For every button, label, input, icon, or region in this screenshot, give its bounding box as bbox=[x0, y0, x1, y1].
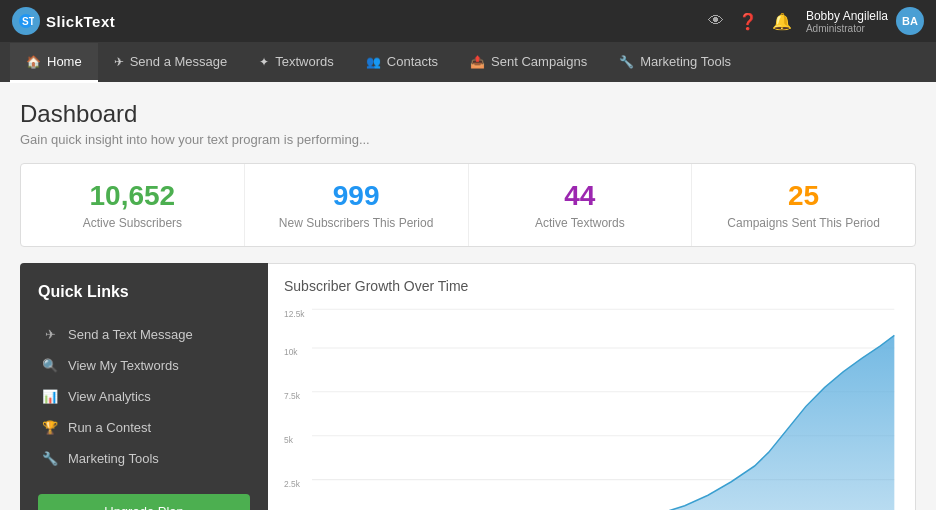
send-text-icon: ✈ bbox=[42, 327, 58, 342]
page-subtitle: Gain quick insight into how your text pr… bbox=[20, 132, 916, 147]
chart-panel: Subscriber Growth Over Time 0 2.5k 5k 7.… bbox=[268, 263, 916, 510]
tab-contacts[interactable]: 👥 Contacts bbox=[350, 43, 454, 83]
svg-text:ST: ST bbox=[22, 16, 34, 27]
tab-home[interactable]: 🏠 Home bbox=[10, 43, 98, 83]
svg-text:12.5k: 12.5k bbox=[284, 308, 305, 319]
quicklink-textwords-label: View My Textwords bbox=[68, 358, 179, 373]
logo-area: ST SlickText bbox=[12, 7, 115, 35]
quicklink-contest-label: Run a Contest bbox=[68, 420, 151, 435]
send-icon: ✈ bbox=[114, 55, 124, 69]
home-icon: 🏠 bbox=[26, 55, 41, 69]
stat-value-textwords: 44 bbox=[489, 180, 672, 212]
lower-section: Quick Links ✈ Send a Text Message 🔍 View… bbox=[20, 263, 916, 510]
tab-textwords-label: Textwords bbox=[275, 54, 334, 69]
tab-home-label: Home bbox=[47, 54, 82, 69]
user-info: Bobby Angilella Administrator BA bbox=[806, 7, 924, 35]
stat-label-textwords: Active Textwords bbox=[489, 216, 672, 230]
stat-active-subscribers: 10,652 Active Subscribers bbox=[21, 164, 245, 246]
quicklink-marketing-label: Marketing Tools bbox=[68, 451, 159, 466]
help-icon[interactable]: ❓ bbox=[738, 12, 758, 31]
stat-campaigns-sent: 25 Campaigns Sent This Period bbox=[692, 164, 915, 246]
tab-sent-campaigns[interactable]: 📤 Sent Campaigns bbox=[454, 43, 603, 83]
quicklink-send-label: Send a Text Message bbox=[68, 327, 193, 342]
tab-send-label: Send a Message bbox=[130, 54, 228, 69]
svg-marker-14 bbox=[312, 335, 894, 510]
bell-icon[interactable]: 🔔 bbox=[772, 12, 792, 31]
stat-label-new-subscribers: New Subscribers This Period bbox=[265, 216, 448, 230]
marketing-icon: 🔧 bbox=[619, 55, 634, 69]
chart-container: 0 2.5k 5k 7.5k 10k 12.5k bbox=[284, 304, 899, 510]
nav-right-icons: 👁 ❓ 🔔 Bobby Angilella Administrator BA bbox=[708, 7, 924, 35]
svg-text:7.5k: 7.5k bbox=[284, 391, 300, 402]
quick-links-title: Quick Links bbox=[38, 283, 250, 301]
tab-send-message[interactable]: ✈ Send a Message bbox=[98, 43, 244, 83]
user-role: Administrator bbox=[806, 23, 888, 34]
stat-value-campaigns: 25 bbox=[712, 180, 895, 212]
tab-marketing-tools[interactable]: 🔧 Marketing Tools bbox=[603, 43, 747, 83]
quicklink-analytics-label: View Analytics bbox=[68, 389, 151, 404]
stat-active-textwords: 44 Active Textwords bbox=[469, 164, 693, 246]
avatar[interactable]: BA bbox=[896, 7, 924, 35]
tools-icon: 🔧 bbox=[42, 451, 58, 466]
app-name: SlickText bbox=[46, 13, 115, 30]
stat-new-subscribers: 999 New Subscribers This Period bbox=[245, 164, 469, 246]
stat-value-new-subscribers: 999 bbox=[265, 180, 448, 212]
tab-textwords[interactable]: ✦ Textwords bbox=[243, 43, 350, 83]
eye-icon[interactable]: 👁 bbox=[708, 12, 724, 30]
upgrade-plan-button[interactable]: Upgrade Plan bbox=[38, 494, 250, 510]
tab-navigation: 🏠 Home ✈ Send a Message ✦ Textwords 👥 Co… bbox=[0, 42, 936, 82]
chart-title: Subscriber Growth Over Time bbox=[284, 278, 899, 294]
svg-text:5k: 5k bbox=[284, 435, 293, 446]
svg-text:2.5k: 2.5k bbox=[284, 479, 300, 490]
subscriber-growth-chart: 0 2.5k 5k 7.5k 10k 12.5k bbox=[284, 304, 899, 510]
quick-links-panel: Quick Links ✈ Send a Text Message 🔍 View… bbox=[20, 263, 268, 510]
page-title: Dashboard bbox=[20, 100, 916, 128]
quicklink-send-text[interactable]: ✈ Send a Text Message bbox=[38, 319, 250, 350]
quicklink-run-contest[interactable]: 🏆 Run a Contest bbox=[38, 412, 250, 443]
stat-label-campaigns: Campaigns Sent This Period bbox=[712, 216, 895, 230]
analytics-icon: 📊 bbox=[42, 389, 58, 404]
logo-icon: ST bbox=[12, 7, 40, 35]
tab-sent-label: Sent Campaigns bbox=[491, 54, 587, 69]
view-textwords-icon: 🔍 bbox=[42, 358, 58, 373]
contest-icon: 🏆 bbox=[42, 420, 58, 435]
stat-label-subscribers: Active Subscribers bbox=[41, 216, 224, 230]
user-name: Bobby Angilella bbox=[806, 9, 888, 23]
textwords-icon: ✦ bbox=[259, 55, 269, 69]
main-content: Dashboard Gain quick insight into how yo… bbox=[0, 82, 936, 510]
quicklink-marketing-tools[interactable]: 🔧 Marketing Tools bbox=[38, 443, 250, 474]
contacts-icon: 👥 bbox=[366, 55, 381, 69]
tab-contacts-label: Contacts bbox=[387, 54, 438, 69]
top-navigation: ST SlickText 👁 ❓ 🔔 Bobby Angilella Admin… bbox=[0, 0, 936, 42]
stat-value-subscribers: 10,652 bbox=[41, 180, 224, 212]
quicklink-view-textwords[interactable]: 🔍 View My Textwords bbox=[38, 350, 250, 381]
quicklink-view-analytics[interactable]: 📊 View Analytics bbox=[38, 381, 250, 412]
campaigns-icon: 📤 bbox=[470, 55, 485, 69]
stats-row: 10,652 Active Subscribers 999 New Subscr… bbox=[20, 163, 916, 247]
svg-text:10k: 10k bbox=[284, 347, 298, 358]
tab-marketing-label: Marketing Tools bbox=[640, 54, 731, 69]
